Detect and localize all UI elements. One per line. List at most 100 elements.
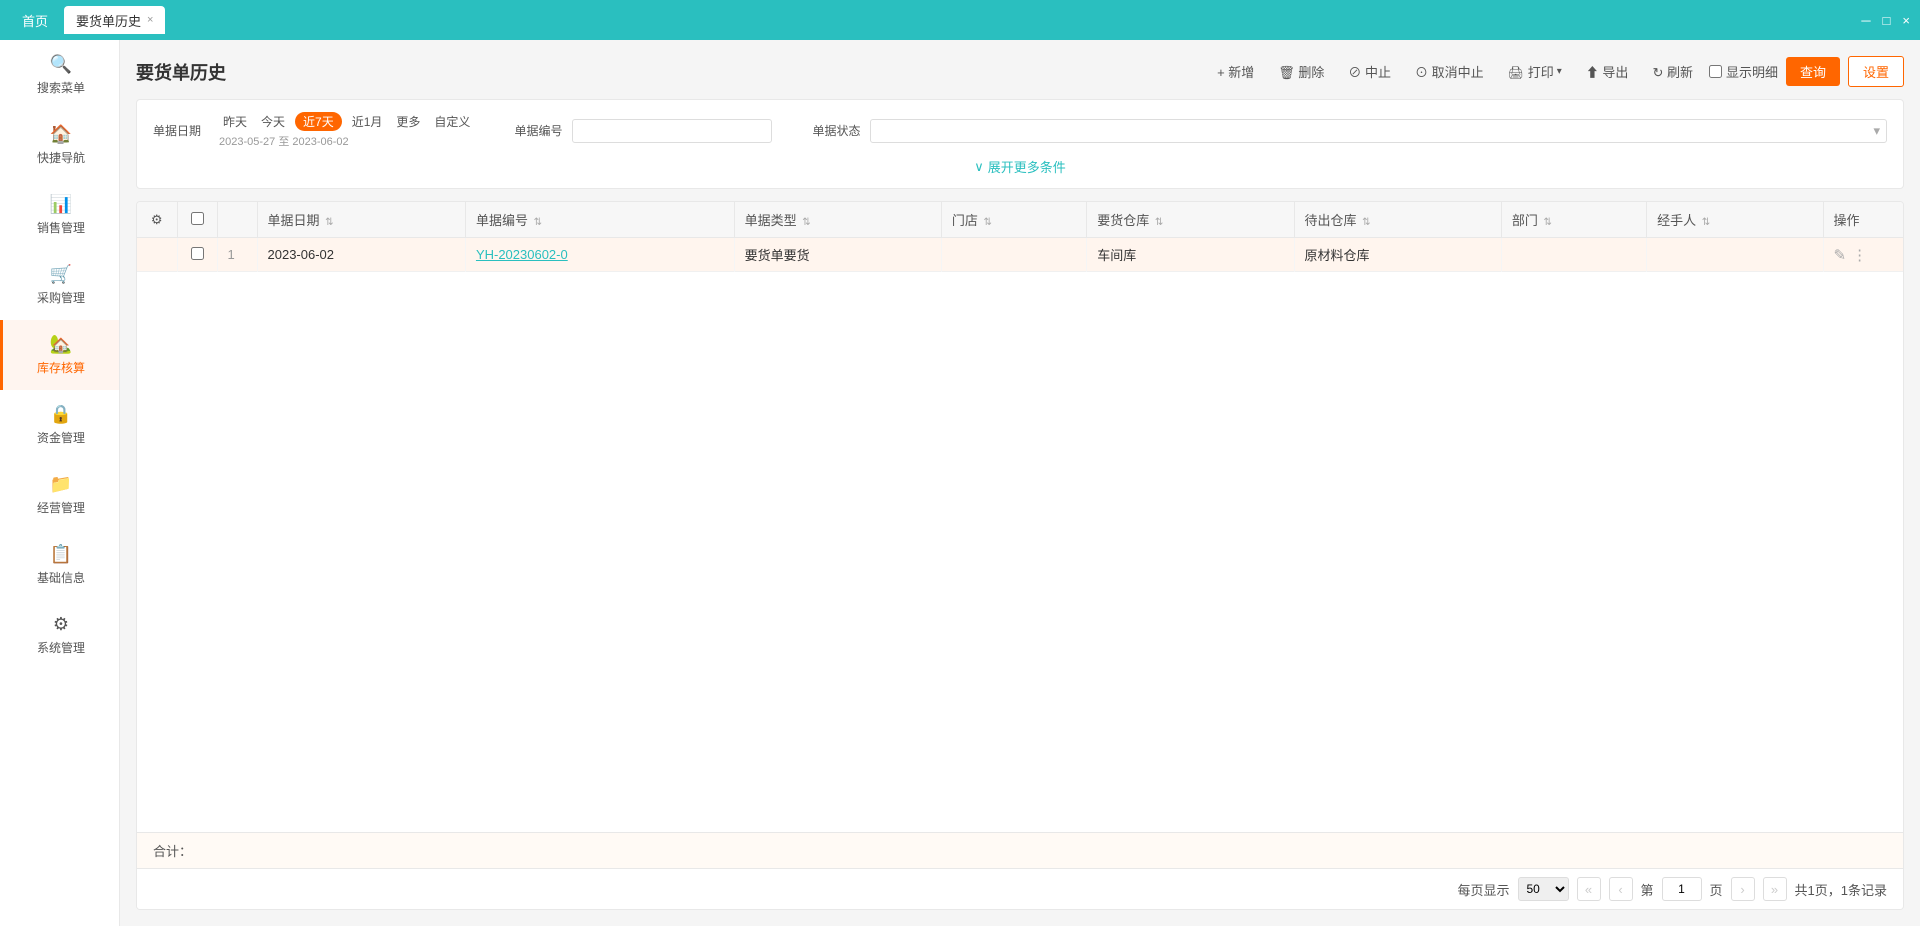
td-handler <box>1647 238 1823 272</box>
pagination: 每页显示 20 50 100 200 « ‹ 第 页 › » 共1页，1条记录 <box>137 868 1903 909</box>
td-pending-warehouse: 原材料仓库 <box>1294 238 1501 272</box>
delete-button-label: 🗑 删除 <box>1278 62 1324 81</box>
sidebar-item-search[interactable]: 🔍 搜索菜单 <box>0 40 119 110</box>
td-settings <box>137 238 177 272</box>
td-department <box>1501 238 1646 272</box>
search-button[interactable]: 查询 <box>1786 57 1840 86</box>
summary-row: 合计： <box>137 832 1903 868</box>
table-body: 1 2023-06-02 YH-20230602-0 要货单要货 车间库 原材料… <box>137 238 1903 272</box>
export-button[interactable]: ⬆ 导出 <box>1578 58 1637 85</box>
tab-history[interactable]: 要货单历史 × <box>64 6 165 34</box>
th-store[interactable]: 门店 ⇅ <box>941 202 1086 238</box>
page-label: 第 <box>1641 880 1654 899</box>
search-icon: 🔍 <box>50 54 72 75</box>
close-window-icon[interactable]: × <box>1902 13 1910 28</box>
minimize-icon[interactable]: ─ <box>1861 13 1870 28</box>
page-header: 要货单历史 + 新增 🗑 删除 ⊘ 中止 ⊙ 取消中止 🖨 打印 <box>136 56 1904 87</box>
date-filter-buttons: 昨天 今天 近7天 近1月 更多 自定义 <box>219 112 474 131</box>
page-suffix: 页 <box>1710 880 1723 899</box>
display-detail-checkbox[interactable] <box>1709 65 1722 78</box>
sidebar-item-operations-label: 经营管理 <box>37 499 85 516</box>
date-btn-more[interactable]: 更多 <box>392 112 424 131</box>
cancel-stop-button[interactable]: ⊙ 取消中止 <box>1407 58 1492 85</box>
sidebar-item-finance-label: 资金管理 <box>37 429 85 446</box>
display-detail-label: 显示明细 <box>1726 62 1778 81</box>
expand-icon: ∨ <box>974 159 984 175</box>
sidebar-item-quick[interactable]: 🏠 快捷导航 <box>0 110 119 180</box>
sidebar-item-operations[interactable]: 📁 经营管理 <box>0 460 119 530</box>
th-department[interactable]: 部门 ⇅ <box>1501 202 1646 238</box>
date-range-text: 2023-05-27 至 2023-06-02 <box>219 133 474 149</box>
prev-page-button[interactable]: ‹ <box>1609 877 1633 901</box>
last-page-button[interactable]: » <box>1763 877 1787 901</box>
sidebar-item-purchase-label: 采购管理 <box>37 289 85 306</box>
content-area: 要货单历史 + 新增 🗑 删除 ⊘ 中止 ⊙ 取消中止 🖨 打印 <box>120 40 1920 926</box>
cart-icon: 🛒 <box>50 264 72 285</box>
td-date: 2023-06-02 <box>257 238 465 272</box>
date-btn-last7[interactable]: 近7天 <box>295 112 342 131</box>
th-doc-no[interactable]: 单据编号 ⇅ <box>465 202 734 238</box>
tab-history-close[interactable]: × <box>147 14 153 26</box>
date-btn-last-month[interactable]: 近1月 <box>348 112 387 131</box>
sidebar-item-quick-label: 快捷导航 <box>37 149 85 166</box>
export-button-label: ⬆ 导出 <box>1586 62 1629 81</box>
row-checkbox[interactable] <box>191 247 204 260</box>
th-doc-type[interactable]: 单据类型 ⇅ <box>734 202 941 238</box>
stop-button[interactable]: ⊘ 中止 <box>1340 58 1399 85</box>
doc-no-link[interactable]: YH-20230602-0 <box>476 247 568 262</box>
td-checkbox[interactable] <box>177 238 217 272</box>
fullscreen-icon[interactable]: □ <box>1883 13 1891 28</box>
page-number-input[interactable] <box>1662 877 1702 901</box>
th-operation: 操作 <box>1823 202 1903 238</box>
refresh-button[interactable]: ↻ 刷新 <box>1644 58 1701 85</box>
folder-icon: 📁 <box>50 474 72 495</box>
td-doc-no: YH-20230602-0 <box>465 238 734 272</box>
new-button[interactable]: + 新增 <box>1209 58 1262 85</box>
td-operation: ✎ ⋮ <box>1823 238 1903 272</box>
th-date[interactable]: 单据日期 ⇅ <box>257 202 465 238</box>
doc-number-input[interactable] <box>572 119 772 143</box>
date-btn-yesterday[interactable]: 昨天 <box>219 112 251 131</box>
sidebar-item-purchase[interactable]: 🛒 采购管理 <box>0 250 119 320</box>
th-checkbox[interactable] <box>177 202 217 238</box>
top-bar: 首页 要货单历史 × ─ □ × <box>0 0 1920 40</box>
date-btn-today[interactable]: 今天 <box>257 112 289 131</box>
sidebar: 🔍 搜索菜单 🏠 快捷导航 📊 销售管理 🛒 采购管理 🏡 库存核算 🔒 资金管… <box>0 40 120 926</box>
sidebar-item-inventory[interactable]: 🏡 库存核算 <box>0 320 119 390</box>
th-pending-warehouse[interactable]: 待出仓库 ⇅ <box>1294 202 1501 238</box>
doc-status-dropdown-icon[interactable]: ▾ <box>1867 123 1886 139</box>
settings-button[interactable]: 设置 <box>1848 56 1904 87</box>
sidebar-item-finance[interactable]: 🔒 资金管理 <box>0 390 119 460</box>
chart-icon: 📊 <box>50 194 72 215</box>
th-num <box>217 202 257 238</box>
edit-icon[interactable]: ✎ <box>1834 246 1847 264</box>
top-bar-right: ─ □ × <box>1861 13 1910 28</box>
print-button[interactable]: 🖨 打印 <box>1500 58 1570 85</box>
expand-more-button[interactable]: ∨ 展开更多条件 <box>153 157 1887 176</box>
sidebar-item-search-label: 搜索菜单 <box>37 79 85 96</box>
sidebar-item-basic[interactable]: 📋 基础信息 <box>0 530 119 600</box>
sidebar-item-system[interactable]: ⚙ 系统管理 <box>0 600 119 670</box>
tab-home-label: 首页 <box>22 11 48 30</box>
per-page-select[interactable]: 20 50 100 200 <box>1518 877 1569 901</box>
more-icon[interactable]: ⋮ <box>1852 246 1867 264</box>
th-handler[interactable]: 经手人 ⇅ <box>1647 202 1823 238</box>
first-page-button[interactable]: « <box>1577 877 1601 901</box>
tab-home[interactable]: 首页 <box>10 6 60 34</box>
th-req-warehouse[interactable]: 要货仓库 ⇅ <box>1087 202 1294 238</box>
td-req-warehouse: 车间库 <box>1087 238 1294 272</box>
doc-number-label: 单据编号 <box>514 122 564 139</box>
sidebar-item-sales-label: 销售管理 <box>37 219 85 236</box>
per-page-label: 每页显示 <box>1457 880 1509 899</box>
filter-panel: 单据日期 昨天 今天 近7天 近1月 更多 自定义 2023-05-27 至 2… <box>136 99 1904 189</box>
doc-status-input[interactable] <box>871 120 1867 142</box>
select-all-checkbox[interactable] <box>191 212 204 225</box>
next-page-button[interactable]: › <box>1731 877 1755 901</box>
date-btn-custom[interactable]: 自定义 <box>430 112 474 131</box>
table-row[interactable]: 1 2023-06-02 YH-20230602-0 要货单要货 车间库 原材料… <box>137 238 1903 272</box>
sidebar-item-sales[interactable]: 📊 销售管理 <box>0 180 119 250</box>
delete-button[interactable]: 🗑 删除 <box>1270 58 1332 85</box>
display-detail-toggle[interactable]: 显示明细 <box>1709 62 1778 81</box>
main-layout: 🔍 搜索菜单 🏠 快捷导航 📊 销售管理 🛒 采购管理 🏡 库存核算 🔒 资金管… <box>0 40 1920 926</box>
th-settings[interactable]: ⚙ <box>137 202 177 238</box>
